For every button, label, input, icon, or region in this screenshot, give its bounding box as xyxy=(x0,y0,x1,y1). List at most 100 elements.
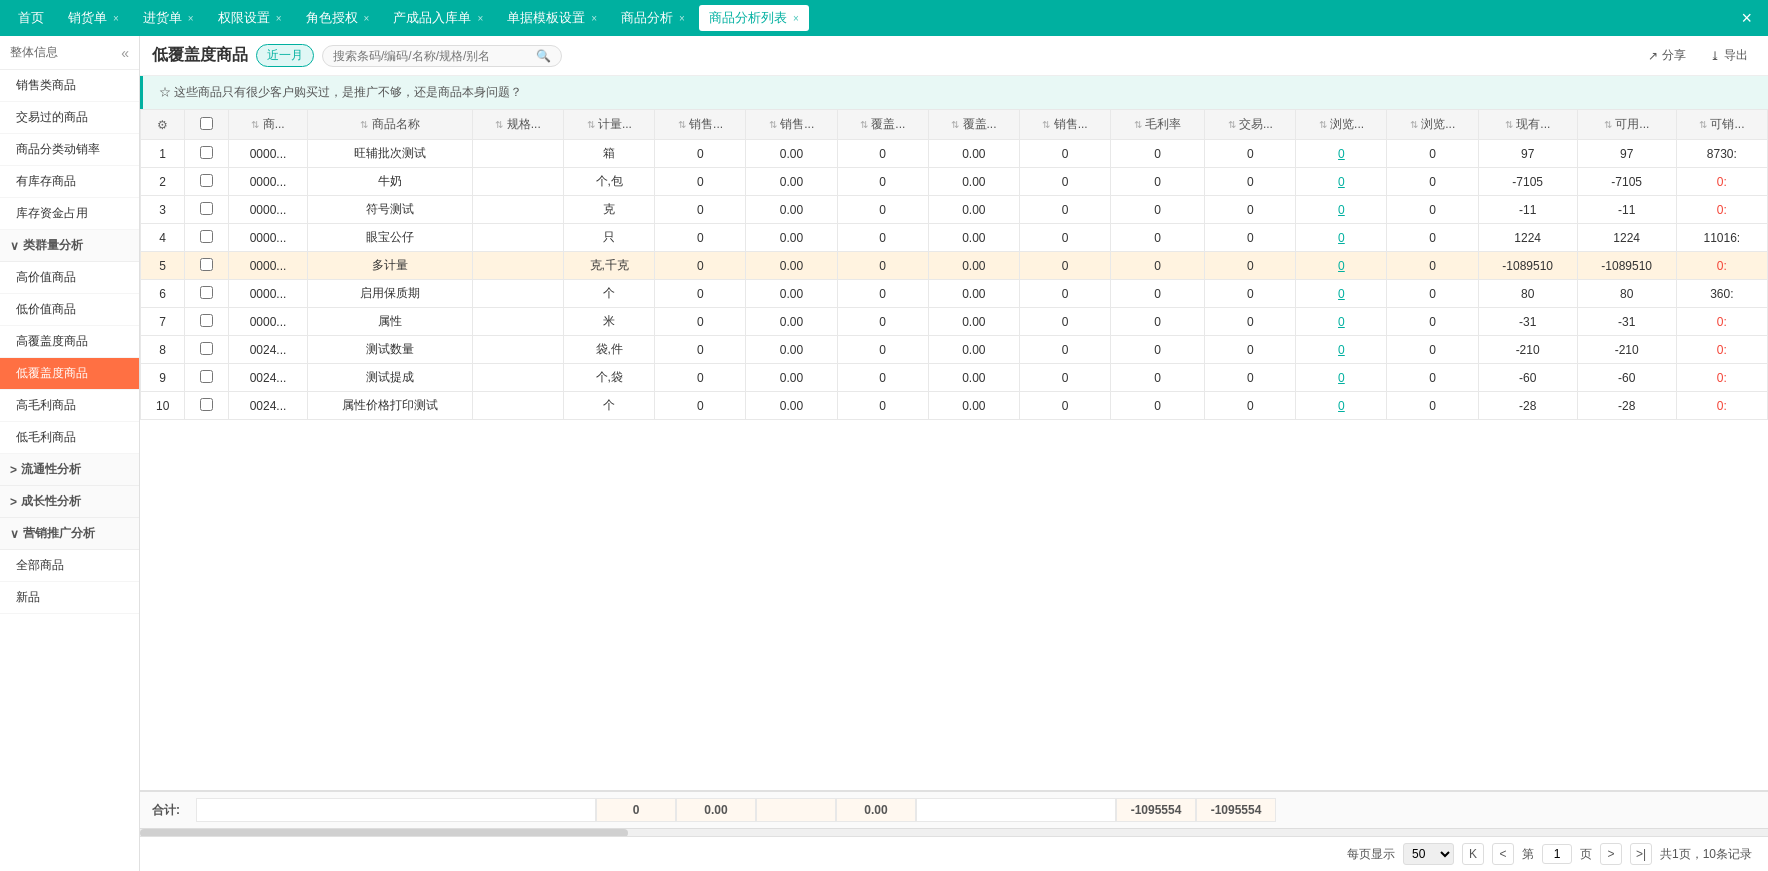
last-page-button[interactable]: >| xyxy=(1630,843,1652,865)
nav-item-close-商品分析列表[interactable]: × xyxy=(793,13,799,24)
col-header-code[interactable]: ⇅ 商... xyxy=(229,110,308,140)
browse-link[interactable]: 0 xyxy=(1338,147,1345,161)
browse-link[interactable]: 0 xyxy=(1338,203,1345,217)
settings-icon[interactable]: ⚙ xyxy=(157,118,168,132)
browse-link[interactable]: 0 xyxy=(1338,175,1345,189)
export-button[interactable]: ⤓ 导出 xyxy=(1702,44,1756,67)
col-header-spec[interactable]: ⇅ 规格... xyxy=(473,110,564,140)
current-stock: -11 xyxy=(1478,196,1577,224)
prev-page-button[interactable]: < xyxy=(1492,843,1514,865)
period-button[interactable]: 近一月 xyxy=(256,44,314,67)
sidebar-section-成长性分析[interactable]: >成长性分析 xyxy=(0,486,139,518)
col-header-name[interactable]: ⇅ 商品名称 xyxy=(307,110,472,140)
next-page-button[interactable]: > xyxy=(1600,843,1622,865)
sidebar-section-类群量分析[interactable]: ∨类群量分析 xyxy=(0,230,139,262)
row-select-checkbox[interactable] xyxy=(200,146,213,159)
col-header-sales3[interactable]: ⇅ 销售... xyxy=(1019,110,1110,140)
sidebar-item-库存资金占用[interactable]: 库存资金占用 xyxy=(0,198,139,230)
page-size-select[interactable]: 50100200 xyxy=(1403,843,1454,865)
sidebar-item-有库存商品[interactable]: 有库存商品 xyxy=(0,166,139,198)
col-header-cover1[interactable]: ⇅ 覆盖... xyxy=(837,110,928,140)
sales-qty: 0 xyxy=(655,308,746,336)
sidebar-collapse-button[interactable]: « xyxy=(121,45,129,61)
nav-item-close-权限设置[interactable]: × xyxy=(276,13,282,24)
col-header-checkbox[interactable] xyxy=(185,110,229,140)
col-header-browse2[interactable]: ⇅ 浏览... xyxy=(1387,110,1478,140)
col-header-gross_margin[interactable]: ⇅ 毛利率 xyxy=(1111,110,1205,140)
col-header-available[interactable]: ⇅ 可用... xyxy=(1577,110,1676,140)
search-box: 🔍 xyxy=(322,45,562,67)
select-all-checkbox[interactable] xyxy=(200,117,213,130)
nav-item-close-销货单[interactable]: × xyxy=(113,13,119,24)
col-header-sales_amt[interactable]: ⇅ 销售... xyxy=(746,110,837,140)
browse-link[interactable]: 0 xyxy=(1338,259,1345,273)
row-select-checkbox[interactable] xyxy=(200,342,213,355)
nav-item-单据模板设置[interactable]: 单据模板设置 × xyxy=(497,5,607,31)
sidebar-item-高毛利商品[interactable]: 高毛利商品 xyxy=(0,390,139,422)
horizontal-scrollbar[interactable] xyxy=(140,828,1768,836)
row-select-checkbox[interactable] xyxy=(200,174,213,187)
nav-item-商品分析列表[interactable]: 商品分析列表 × xyxy=(699,5,809,31)
row-select-checkbox[interactable] xyxy=(200,370,213,383)
browse-link[interactable]: 0 xyxy=(1338,343,1345,357)
sidebar-section-流通性分析[interactable]: >流通性分析 xyxy=(0,454,139,486)
col-header-sellable[interactable]: ⇅ 可销... xyxy=(1676,110,1767,140)
row-select-checkbox[interactable] xyxy=(200,398,213,411)
nav-item-进货单[interactable]: 进货单 × xyxy=(133,5,204,31)
sidebar-item-低毛利商品[interactable]: 低毛利商品 xyxy=(0,422,139,454)
sidebar-item-全部商品[interactable]: 全部商品 xyxy=(0,550,139,582)
row-select-checkbox[interactable] xyxy=(200,314,213,327)
browse-link[interactable]: 0 xyxy=(1338,287,1345,301)
nav-item-首页[interactable]: 首页 xyxy=(8,5,54,31)
nav-item-商品分析[interactable]: 商品分析 × xyxy=(611,5,695,31)
search-input[interactable] xyxy=(333,49,532,63)
browse1: 0 xyxy=(1296,224,1387,252)
sidebar-section-营销推广分析[interactable]: ∨营销推广分析 xyxy=(0,518,139,550)
row-select-checkbox[interactable] xyxy=(200,258,213,271)
col-header-current_stock[interactable]: ⇅ 现有... xyxy=(1478,110,1577,140)
browse-link[interactable]: 0 xyxy=(1338,231,1345,245)
trade: 0 xyxy=(1205,140,1296,168)
col-header-browse1[interactable]: ⇅ 浏览... xyxy=(1296,110,1387,140)
share-button[interactable]: ↗ 分享 xyxy=(1640,44,1694,67)
col-header-cover2[interactable]: ⇅ 覆盖... xyxy=(928,110,1019,140)
col-header-unit[interactable]: ⇅ 计量... xyxy=(564,110,655,140)
nav-item-close-进货单[interactable]: × xyxy=(188,13,194,24)
col-header-sales_qty[interactable]: ⇅ 销售... xyxy=(655,110,746,140)
current-stock: 97 xyxy=(1478,140,1577,168)
footer-sales-amt: 0.00 xyxy=(676,798,756,822)
sidebar-item-低价值商品[interactable]: 低价值商品 xyxy=(0,294,139,326)
nav-item-角色授权[interactable]: 角色授权 × xyxy=(296,5,380,31)
nav-item-close-单据模板设置[interactable]: × xyxy=(591,13,597,24)
product-code: 0024... xyxy=(229,336,308,364)
row-select-checkbox[interactable] xyxy=(200,286,213,299)
browse-link[interactable]: 0 xyxy=(1338,315,1345,329)
sidebar-item-高价值商品[interactable]: 高价值商品 xyxy=(0,262,139,294)
col-header-trade[interactable]: ⇅ 交易... xyxy=(1205,110,1296,140)
nav-item-权限设置[interactable]: 权限设置 × xyxy=(208,5,292,31)
sales-amt: 0.00 xyxy=(746,224,837,252)
page-number-input[interactable] xyxy=(1542,844,1572,864)
window-close-button[interactable]: × xyxy=(1733,8,1760,29)
sidebar-item-交易过的商品[interactable]: 交易过的商品 xyxy=(0,102,139,134)
nav-item-close-商品分析[interactable]: × xyxy=(679,13,685,24)
nav-item-销货单[interactable]: 销货单 × xyxy=(58,5,129,31)
sellable: 0: xyxy=(1676,364,1767,392)
first-page-button[interactable]: K xyxy=(1462,843,1484,865)
browse-link[interactable]: 0 xyxy=(1338,371,1345,385)
sidebar-item-新品[interactable]: 新品 xyxy=(0,582,139,614)
row-select-checkbox[interactable] xyxy=(200,202,213,215)
sort-icon: ⇅ xyxy=(1604,119,1612,130)
col-header-settings[interactable]: ⚙ xyxy=(141,110,185,140)
browse-link[interactable]: 0 xyxy=(1338,399,1345,413)
row-select-checkbox[interactable] xyxy=(200,230,213,243)
sidebar-item-高覆盖度商品[interactable]: 高覆盖度商品 xyxy=(0,326,139,358)
nav-item-close-角色授权[interactable]: × xyxy=(364,13,370,24)
sidebar-item-销售类商品[interactable]: 销售类商品 xyxy=(0,70,139,102)
sidebar-item-商品分类动销率[interactable]: 商品分类动销率 xyxy=(0,134,139,166)
sidebar-item-低覆盖度商品[interactable]: 低覆盖度商品 xyxy=(0,358,139,390)
nav-item-close-产成品入库单[interactable]: × xyxy=(477,13,483,24)
nav-item-产成品入库单[interactable]: 产成品入库单 × xyxy=(383,5,493,31)
sort-icon: ⇅ xyxy=(1410,119,1418,130)
table-row: 20000...牛奶个,包00.0000.0000000-7105-71050: xyxy=(141,168,1768,196)
